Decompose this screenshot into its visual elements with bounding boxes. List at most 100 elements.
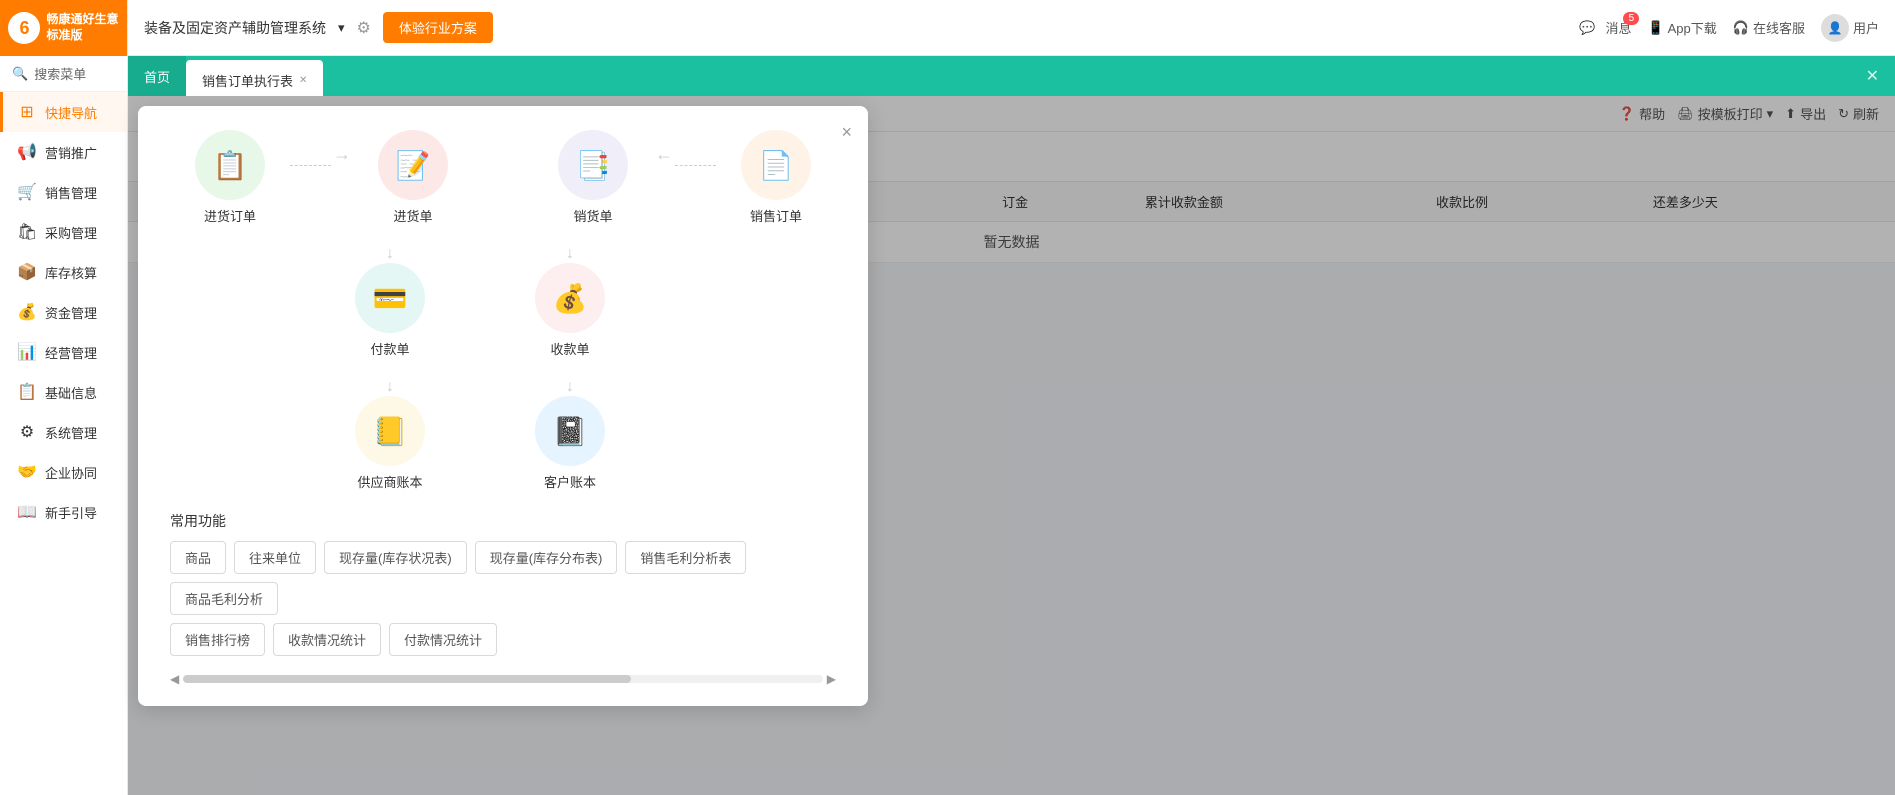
purchase-order-icon: 📋 bbox=[195, 130, 265, 200]
flow-item-purchase-bill[interactable]: 📝 进货单 bbox=[353, 130, 473, 225]
tabbar: 首页 销售订单执行表 ✕ ✕ bbox=[128, 56, 1895, 96]
system-dropdown[interactable]: ▾ bbox=[338, 20, 345, 36]
scroll-right-btn[interactable]: ▶ bbox=[827, 672, 836, 686]
system-title: 装备及固定资产辅助管理系统 bbox=[144, 18, 326, 38]
scroll-left-btn[interactable]: ◀ bbox=[170, 672, 179, 686]
tab-close-all-icon[interactable]: ✕ bbox=[1866, 68, 1879, 85]
down-arrow-2: ↓ bbox=[566, 245, 574, 263]
nav-label-operations: 经营管理 bbox=[45, 343, 97, 362]
nav-icon-operations: 📊 bbox=[17, 342, 37, 362]
nav-label-system: 系统管理 bbox=[45, 423, 97, 442]
common-functions: 常用功能 商品往来单位现存量(库存状况表)现存量(库存分布表)销售毛利分析表商品… bbox=[170, 511, 836, 656]
func-btn-4[interactable]: 销售毛利分析表 bbox=[625, 541, 746, 574]
popup-close-btn[interactable]: × bbox=[841, 122, 852, 143]
nav-icon-marketing: 📢 bbox=[17, 142, 37, 162]
sidebar-item-purchase[interactable]: 🛍 采购管理 bbox=[0, 212, 127, 252]
flow-item-sales-bill[interactable]: 📑 销货单 bbox=[533, 130, 653, 225]
nav-icon-finance: 💰 bbox=[17, 302, 37, 322]
flow-item-payment[interactable]: 💳 付款单 bbox=[330, 263, 450, 358]
tab-sales-order-exec[interactable]: 销售订单执行表 ✕ bbox=[186, 60, 323, 100]
nav-icon-inventory: 📦 bbox=[17, 262, 37, 282]
func-btn-2[interactable]: 现存量(库存状况表) bbox=[324, 541, 467, 574]
nav-icon-system: ⚙ bbox=[17, 422, 37, 442]
down-arrow-3: ↓ bbox=[386, 378, 394, 396]
arrow-row-down-2: ↓ ↓ bbox=[170, 378, 836, 396]
nav-label-basic-info: 基础信息 bbox=[45, 383, 97, 402]
sidebar-item-enterprise[interactable]: 🤝 企业协同 bbox=[0, 452, 127, 492]
logo-icon: 6 bbox=[8, 12, 40, 44]
chevron-down-icon: ▾ bbox=[338, 20, 345, 36]
nav-label-finance: 资金管理 bbox=[45, 303, 97, 322]
purchase-bill-icon: 📝 bbox=[378, 130, 448, 200]
sidebar-logo: 6 畅康通好生意 标准版 bbox=[0, 0, 127, 56]
search-icon: 🔍 bbox=[12, 66, 28, 82]
topbar-right: 💬 5 消息 📱 App下载 🎧 在线客服 👤 用户 bbox=[1579, 14, 1879, 42]
sidebar-item-sales[interactable]: 🛒 销售管理 bbox=[0, 172, 127, 212]
popup-scrollbar: ◀ ▶ bbox=[170, 672, 836, 686]
tab-home[interactable]: 首页 bbox=[128, 56, 186, 96]
nav-label-sales: 销售管理 bbox=[45, 183, 97, 202]
flow-item-purchase-order[interactable]: 📋 进货订单 bbox=[170, 130, 290, 225]
nav-label-inventory: 库存核算 bbox=[45, 263, 97, 282]
sidebar-item-operations[interactable]: 📊 经营管理 bbox=[0, 332, 127, 372]
flow-item-receipt[interactable]: 💰 收款单 bbox=[510, 263, 630, 358]
arrow-row-down: ↓ ↓ bbox=[170, 245, 836, 263]
flow-item-customer-account[interactable]: 📓 客户账本 bbox=[510, 396, 630, 491]
receipt-icon: 💰 bbox=[535, 263, 605, 333]
experience-btn[interactable]: 体验行业方案 bbox=[383, 12, 493, 43]
flow-item-supplier-account[interactable]: 📒 供应商账本 bbox=[330, 396, 450, 491]
tab-label-sales-order-exec: 销售订单执行表 bbox=[202, 71, 293, 90]
flow-row-1: 📋 进货订单 → 📝 进货单 📑 bbox=[170, 130, 836, 225]
nav-icon-guide: 📖 bbox=[17, 502, 37, 522]
func-buttons-row1: 商品往来单位现存量(库存状况表)现存量(库存分布表)销售毛利分析表商品毛利分析 bbox=[170, 541, 836, 615]
func-btn-0[interactable]: 商品 bbox=[170, 541, 226, 574]
flow-row-3: 📒 供应商账本 📓 客户账本 bbox=[170, 396, 836, 491]
flow-row-2: 💳 付款单 💰 收款单 bbox=[170, 263, 836, 358]
sidebar-item-quick-nav[interactable]: ⊞ 快捷导航 bbox=[0, 92, 127, 132]
common-funcs-title: 常用功能 bbox=[170, 511, 836, 531]
nav-label-guide: 新手引导 bbox=[45, 503, 97, 522]
func-buttons-row2: 销售排行榜收款情况统计付款情况统计 bbox=[170, 623, 836, 656]
arrow-3-4: ← bbox=[653, 144, 716, 211]
topbar: 装备及固定资产辅助管理系统 ▾ ⚙ 体验行业方案 💬 5 消息 📱 App下载 … bbox=[128, 0, 1895, 56]
scrollbar-thumb bbox=[183, 675, 631, 683]
sidebar-item-finance[interactable]: 💰 资金管理 bbox=[0, 292, 127, 332]
nav-icon-basic-info: 📋 bbox=[17, 382, 37, 402]
sidebar-item-system[interactable]: ⚙ 系统管理 bbox=[0, 412, 127, 452]
headset-icon: 🎧 bbox=[1733, 20, 1749, 36]
message-icon: 💬 bbox=[1579, 20, 1595, 36]
func-btn-5[interactable]: 商品毛利分析 bbox=[170, 582, 278, 615]
down-arrow-1: ↓ bbox=[386, 245, 394, 263]
nav-label-purchase: 采购管理 bbox=[45, 223, 97, 242]
scrollbar-track[interactable] bbox=[183, 675, 823, 683]
user-menu[interactable]: 👤 用户 bbox=[1821, 14, 1879, 42]
message-btn[interactable]: 💬 5 消息 bbox=[1579, 18, 1631, 37]
sales-order-icon: 📄 bbox=[741, 130, 811, 200]
func-btn-7[interactable]: 收款情况统计 bbox=[273, 623, 381, 656]
tab-label-home: 首页 bbox=[144, 67, 170, 86]
arrow-1-2: → bbox=[290, 144, 353, 211]
nav-icon-quick-nav: ⊞ bbox=[17, 102, 37, 122]
down-arrow-4: ↓ bbox=[566, 378, 574, 396]
func-btn-8[interactable]: 付款情况统计 bbox=[389, 623, 497, 656]
app-download-btn[interactable]: 📱 App下载 bbox=[1647, 18, 1716, 37]
flow-item-sales-order[interactable]: 📄 销售订单 bbox=[716, 130, 836, 225]
nav-icon-enterprise: 🤝 bbox=[17, 462, 37, 482]
func-btn-3[interactable]: 现存量(库存分布表) bbox=[475, 541, 618, 574]
tab-close-sales-order-exec[interactable]: ✕ bbox=[299, 75, 307, 86]
sidebar-item-guide[interactable]: 📖 新手引导 bbox=[0, 492, 127, 532]
payment-icon: 💳 bbox=[355, 263, 425, 333]
nav-icon-purchase: 🛍 bbox=[17, 222, 37, 242]
avatar: 👤 bbox=[1821, 14, 1849, 42]
sidebar: 6 畅康通好生意 标准版 🔍 搜索菜单 ⊞ 快捷导航 📢 营销推广 🛒 销售管理… bbox=[0, 0, 128, 795]
quick-nav-popup: × 📋 进货订单 → 📝 进货单 bbox=[138, 106, 868, 706]
func-btn-6[interactable]: 销售排行榜 bbox=[170, 623, 265, 656]
sidebar-item-basic-info[interactable]: 📋 基础信息 bbox=[0, 372, 127, 412]
online-service-btn[interactable]: 🎧 在线客服 bbox=[1733, 18, 1805, 37]
search-menu[interactable]: 🔍 搜索菜单 bbox=[0, 56, 127, 92]
settings-icon[interactable]: ⚙ bbox=[357, 18, 371, 38]
nav-label-marketing: 营销推广 bbox=[45, 143, 97, 162]
sidebar-item-marketing[interactable]: 📢 营销推广 bbox=[0, 132, 127, 172]
sidebar-item-inventory[interactable]: 📦 库存核算 bbox=[0, 252, 127, 292]
func-btn-1[interactable]: 往来单位 bbox=[234, 541, 316, 574]
